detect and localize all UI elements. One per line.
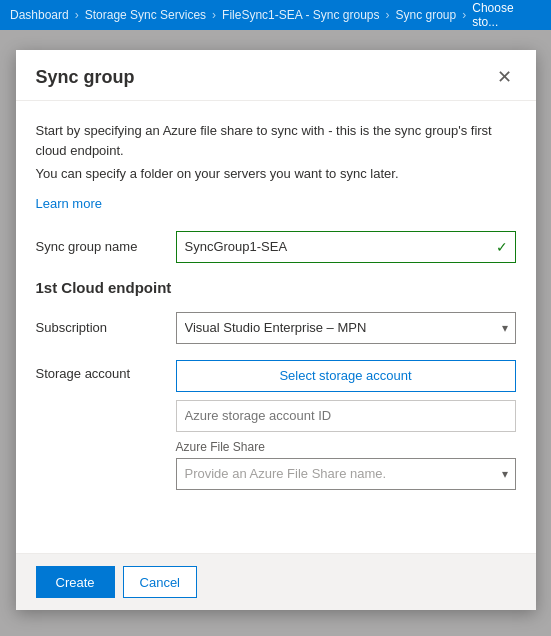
breadcrumb-sep-3: › [386, 8, 390, 22]
input-check-wrap: ✓ [176, 231, 516, 263]
azure-file-share-section: Azure File Share Provide an Azure File S… [176, 440, 516, 490]
breadcrumb-filesync[interactable]: FileSync1-SEA - Sync groups [222, 8, 379, 22]
subscription-select-wrap: Visual Studio Enterprise – MPN ▾ [176, 312, 516, 344]
storage-account-row: Storage account Select storage account A… [36, 360, 516, 490]
description-line1: Start by specifying an Azure file share … [36, 121, 516, 160]
azure-file-share-select-wrap: Provide an Azure File Share name. ▾ [176, 458, 516, 490]
azure-file-share-select[interactable]: Provide an Azure File Share name. [176, 458, 516, 490]
breadcrumb-sep-4: › [462, 8, 466, 22]
close-button[interactable]: ✕ [493, 66, 516, 88]
azure-id-input[interactable] [176, 400, 516, 432]
subscription-row: Subscription Visual Studio Enterprise – … [36, 312, 516, 344]
breadcrumb-syncgroup[interactable]: Sync group [396, 8, 457, 22]
subscription-wrap: Visual Studio Enterprise – MPN ▾ [176, 312, 516, 344]
top-bar: Dashboard › Storage Sync Services › File… [0, 0, 551, 30]
azure-file-share-label: Azure File Share [176, 440, 516, 454]
modal-body: Start by specifying an Azure file share … [16, 101, 536, 553]
select-storage-button[interactable]: Select storage account [176, 360, 516, 392]
breadcrumb-sep-1: › [75, 8, 79, 22]
storage-account-label: Storage account [36, 360, 176, 381]
breadcrumb-storage-sync[interactable]: Storage Sync Services [85, 8, 206, 22]
breadcrumb-sep-2: › [212, 8, 216, 22]
sync-group-name-label: Sync group name [36, 239, 176, 254]
modal-overlay: Sync group ✕ Start by specifying an Azur… [0, 30, 551, 636]
learn-more-link[interactable]: Learn more [36, 196, 102, 211]
modal-title: Sync group [36, 67, 135, 88]
breadcrumb-dashboard[interactable]: Dashboard [10, 8, 69, 22]
modal-header: Sync group ✕ [16, 50, 536, 101]
breadcrumb-current: Choose sto... [472, 1, 541, 29]
subscription-label: Subscription [36, 320, 176, 335]
description-line2: You can specify a folder on your servers… [36, 164, 516, 184]
section-heading: 1st Cloud endpoint [36, 279, 516, 296]
sync-group-name-row: Sync group name ✓ [36, 231, 516, 263]
storage-account-controls: Select storage account Azure File Share … [176, 360, 516, 490]
modal: Sync group ✕ Start by specifying an Azur… [16, 50, 536, 610]
modal-footer: Create Cancel [16, 553, 536, 610]
create-button[interactable]: Create [36, 566, 115, 598]
check-icon: ✓ [496, 239, 508, 255]
subscription-select[interactable]: Visual Studio Enterprise – MPN [176, 312, 516, 344]
cancel-button[interactable]: Cancel [123, 566, 197, 598]
sync-group-name-input-wrap: ✓ [176, 231, 516, 263]
sync-group-name-input[interactable] [176, 231, 516, 263]
